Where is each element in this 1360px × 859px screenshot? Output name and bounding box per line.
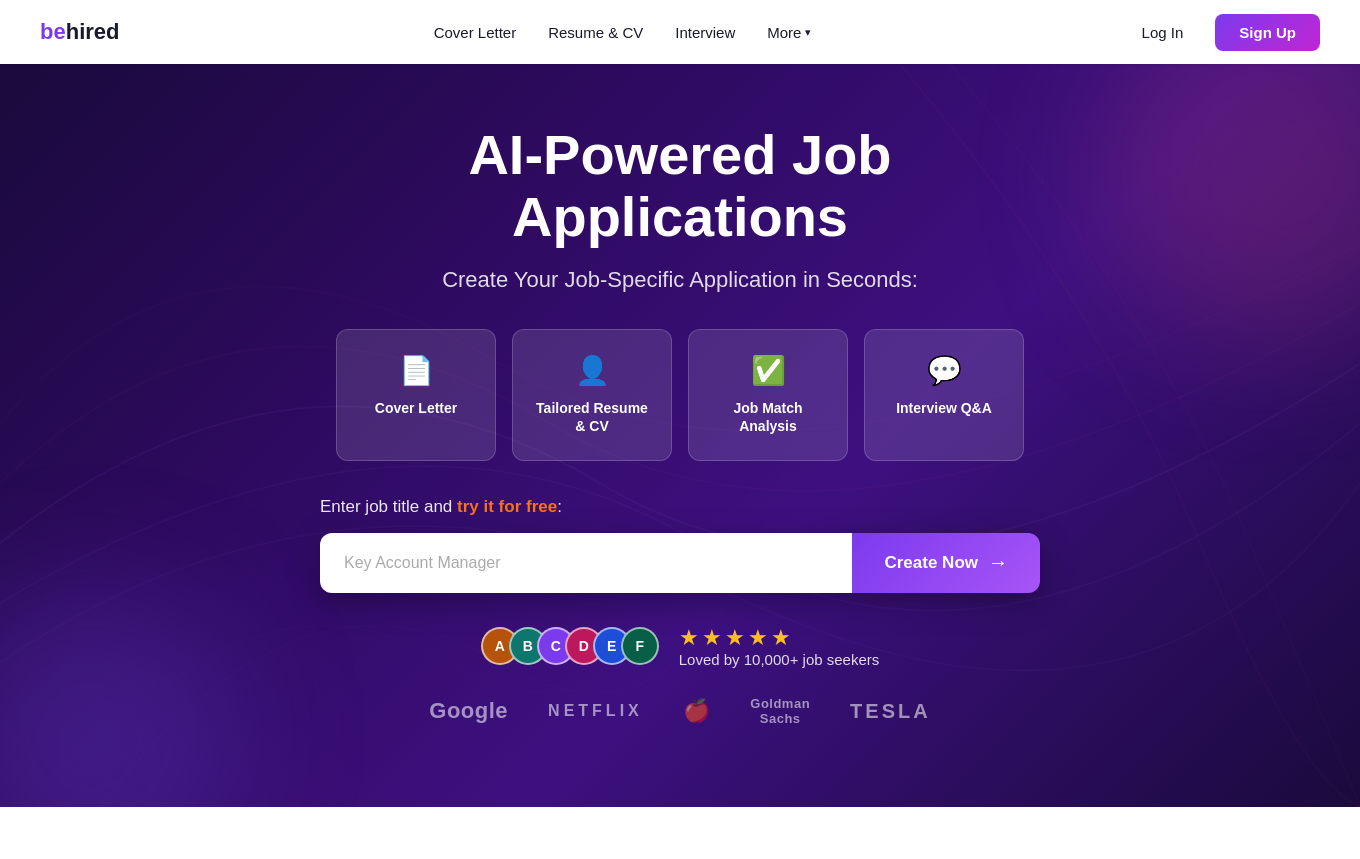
- resume-icon: 👤: [575, 354, 610, 387]
- below-fold-section: Watch how it works in 45 seconds behired…: [0, 807, 1360, 859]
- card-tailored-resume-label: Tailored Resume & CV: [533, 399, 651, 435]
- star-5: ★: [771, 625, 791, 651]
- hero-section: AI-Powered Job Applications Create Your …: [0, 64, 1360, 807]
- job-match-icon: ✅: [751, 354, 786, 387]
- card-cover-letter-label: Cover Letter: [375, 399, 457, 417]
- document-icon: 📄: [399, 354, 434, 387]
- cta-label-prefix: Enter job title and: [320, 497, 457, 516]
- signup-button[interactable]: Sign Up: [1215, 14, 1320, 51]
- logo[interactable]: behired: [40, 19, 119, 45]
- star-4: ★: [748, 625, 768, 651]
- create-now-button[interactable]: Create Now →: [852, 533, 1040, 593]
- ratings-block: ★ ★ ★ ★ ★ Loved by 10,000+ job seekers: [679, 625, 880, 668]
- hero-content: AI-Powered Job Applications Create Your …: [320, 124, 1040, 727]
- logo-hired: hired: [66, 19, 120, 44]
- nav-resume-cv[interactable]: Resume & CV: [548, 24, 643, 41]
- nav-cover-letter[interactable]: Cover Letter: [434, 24, 517, 41]
- nav-links: Cover Letter Resume & CV Interview More …: [434, 24, 812, 41]
- card-job-match-label: Job Match Analysis: [709, 399, 827, 435]
- card-interview-qa-label: Interview Q&A: [896, 399, 992, 417]
- loved-by-text: Loved by 10,000+ job seekers: [679, 651, 880, 668]
- arrow-right-icon: →: [988, 551, 1008, 574]
- interview-icon: 💬: [927, 354, 962, 387]
- star-1: ★: [679, 625, 699, 651]
- job-title-input[interactable]: [320, 533, 852, 593]
- cta-label: Enter job title and try it for free:: [320, 497, 1040, 517]
- feature-card-tailored-resume[interactable]: 👤 Tailored Resume & CV: [512, 329, 672, 460]
- hero-subtitle: Create Your Job-Specific Application in …: [320, 267, 1040, 293]
- nav-more-label: More: [767, 24, 801, 41]
- cta-bar: Create Now →: [320, 533, 1040, 593]
- nav-right: Log In Sign Up: [1126, 14, 1320, 51]
- user-avatars: A B C D E F: [481, 627, 659, 665]
- nav-interview[interactable]: Interview: [675, 24, 735, 41]
- goldman-sachs-logo: GoldmanSachs: [750, 696, 810, 727]
- feature-card-cover-letter[interactable]: 📄 Cover Letter: [336, 329, 496, 460]
- star-rating: ★ ★ ★ ★ ★: [679, 625, 880, 651]
- create-now-label: Create Now: [884, 553, 978, 573]
- netflix-logo: NETFLIX: [548, 702, 643, 720]
- feature-card-interview-qa[interactable]: 💬 Interview Q&A: [864, 329, 1024, 460]
- feature-card-job-match[interactable]: ✅ Job Match Analysis: [688, 329, 848, 460]
- logo-be: be: [40, 19, 66, 44]
- social-proof: A B C D E F ★ ★ ★ ★ ★ Loved by 10,000+ j…: [320, 625, 1040, 668]
- hero-title: AI-Powered Job Applications: [320, 124, 1040, 247]
- feature-cards: 📄 Cover Letter 👤 Tailored Resume & CV ✅ …: [320, 329, 1040, 460]
- chevron-down-icon: ▾: [805, 26, 811, 39]
- tesla-logo: TESLA: [850, 700, 931, 723]
- cta-highlight: try it for free: [457, 497, 557, 516]
- star-3: ★: [725, 625, 745, 651]
- company-logos: Google NETFLIX 🍎 GoldmanSachs TESLA: [320, 696, 1040, 727]
- cta-label-suffix: :: [557, 497, 562, 516]
- google-logo: Google: [429, 698, 508, 724]
- star-2: ★: [702, 625, 722, 651]
- avatar: F: [621, 627, 659, 665]
- apple-logo: 🍎: [683, 698, 711, 724]
- navbar: behired Cover Letter Resume & CV Intervi…: [0, 0, 1360, 64]
- nav-more[interactable]: More ▾: [767, 24, 811, 41]
- login-button[interactable]: Log In: [1126, 16, 1200, 49]
